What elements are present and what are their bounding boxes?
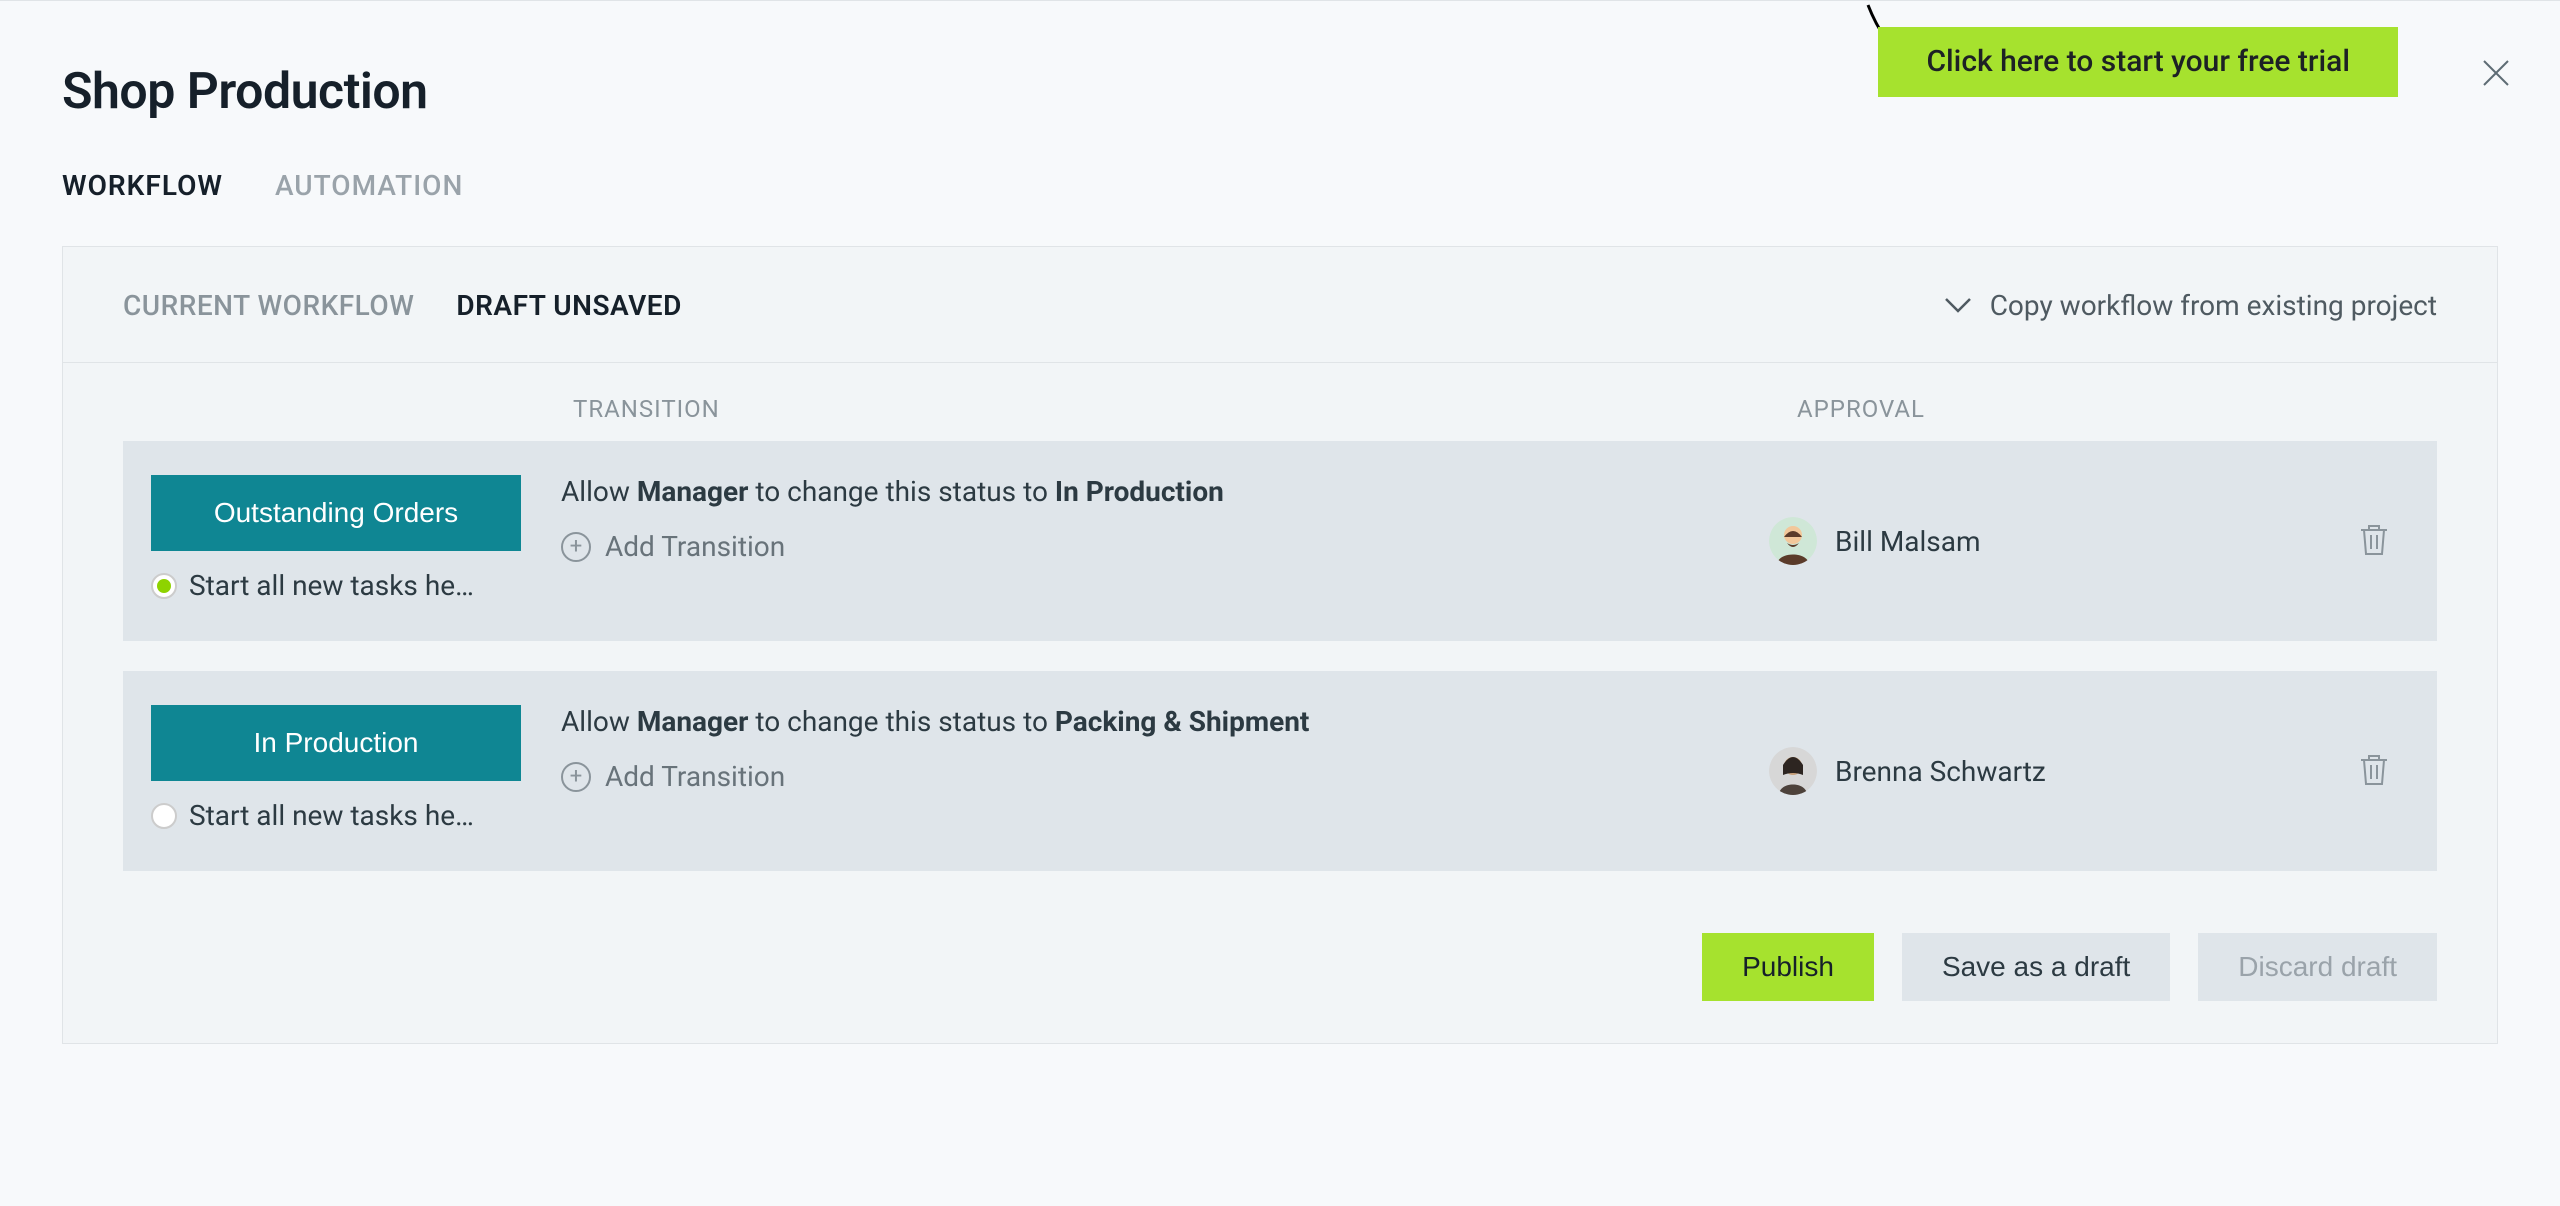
start-here-radio[interactable]: Start all new tasks he… (151, 799, 561, 832)
copy-workflow-label: Copy workflow from existing project (1990, 289, 2437, 322)
column-header-transition: TRANSITION (573, 395, 1797, 423)
workflow-row: Outstanding Orders Start all new tasks h… (123, 441, 2437, 641)
radio-icon (151, 573, 177, 599)
save-draft-button[interactable]: Save as a draft (1902, 933, 2170, 1001)
start-here-label: Start all new tasks he… (189, 799, 474, 832)
tab-workflow[interactable]: WORKFLOW (62, 169, 223, 202)
status-button-in-production[interactable]: In Production (151, 705, 521, 781)
add-transition-button[interactable]: + Add Transition (561, 760, 1769, 793)
discard-draft-button[interactable]: Discard draft (2198, 933, 2437, 1001)
approver-name: Bill Malsam (1835, 525, 1981, 558)
panel-tab-current-workflow[interactable]: CURRENT WORKFLOW (123, 289, 414, 322)
tab-automation[interactable]: AUTOMATION (275, 169, 463, 202)
transition-rule[interactable]: Allow Manager to change this status to P… (561, 705, 1769, 738)
add-transition-label: Add Transition (605, 530, 785, 563)
add-transition-label: Add Transition (605, 760, 785, 793)
workflow-panel: CURRENT WORKFLOW DRAFT UNSAVED Copy work… (62, 246, 2498, 1044)
publish-button[interactable]: Publish (1702, 933, 1874, 1001)
trash-icon[interactable] (2358, 752, 2390, 790)
add-transition-button[interactable]: + Add Transition (561, 530, 1769, 563)
start-here-label: Start all new tasks he… (189, 569, 474, 602)
workflow-row: In Production Start all new tasks he… Al… (123, 671, 2437, 871)
chevron-down-icon (1944, 297, 1972, 315)
tabs: WORKFLOW AUTOMATION (62, 169, 2498, 202)
start-here-radio[interactable]: Start all new tasks he… (151, 569, 561, 602)
copy-workflow-dropdown[interactable]: Copy workflow from existing project (1944, 289, 2437, 322)
avatar (1769, 517, 1817, 565)
radio-icon (151, 803, 177, 829)
plus-circle-icon: + (561, 532, 591, 562)
trash-icon[interactable] (2358, 522, 2390, 560)
free-trial-cta[interactable]: Click here to start your free trial (1878, 27, 2398, 97)
plus-circle-icon: + (561, 762, 591, 792)
avatar (1769, 747, 1817, 795)
close-icon[interactable] (2480, 57, 2512, 89)
transition-rule[interactable]: Allow Manager to change this status to I… (561, 475, 1769, 508)
approver-name: Brenna Schwartz (1835, 755, 2046, 788)
column-header-approval: APPROVAL (1797, 395, 2367, 423)
status-button-outstanding-orders[interactable]: Outstanding Orders (151, 475, 521, 551)
panel-tab-draft-unsaved[interactable]: DRAFT UNSAVED (456, 289, 681, 322)
